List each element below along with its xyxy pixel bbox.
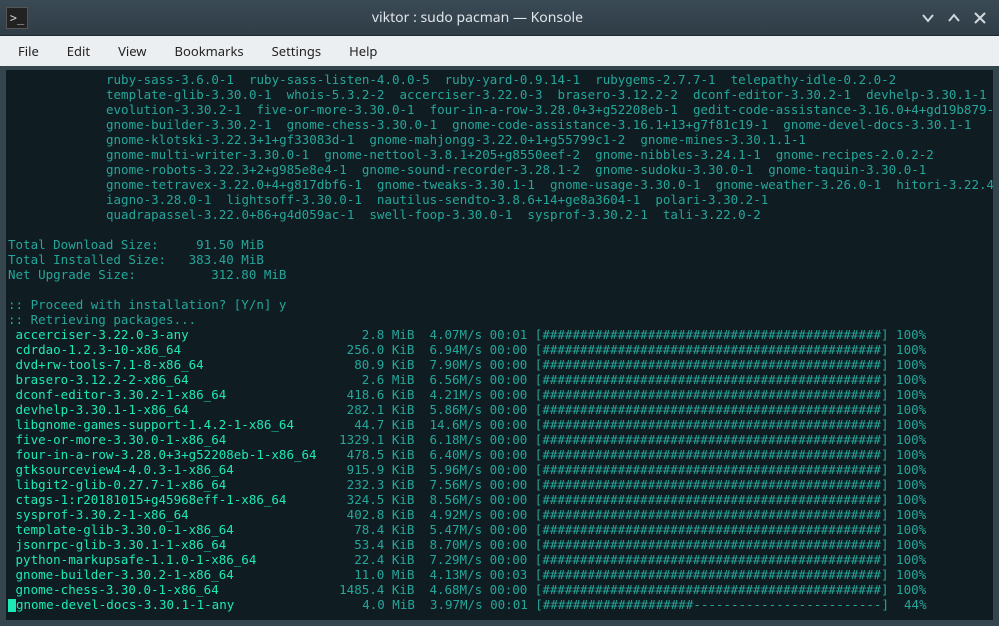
terminal[interactable]: ruby-sass-3.6.0-1 ruby-sass-listen-4.0.0… [6, 70, 993, 620]
menu-help[interactable]: Help [337, 38, 389, 64]
chevron-down-icon [921, 11, 935, 25]
menu-file[interactable]: File [6, 38, 51, 64]
chevron-up-icon [947, 11, 961, 25]
maximize-button[interactable] [941, 5, 967, 31]
close-button[interactable] [967, 5, 993, 31]
menu-bookmarks[interactable]: Bookmarks [163, 38, 256, 64]
app-icon: >_ [6, 7, 28, 29]
menu-settings[interactable]: Settings [260, 38, 333, 64]
window-title: viktor : sudo pacman — Konsole [40, 8, 915, 27]
minimize-button[interactable] [915, 5, 941, 31]
menu-view[interactable]: View [106, 38, 158, 64]
menu-edit[interactable]: Edit [55, 38, 102, 64]
menu-bar: File Edit View Bookmarks Settings Help [0, 36, 999, 66]
window-titlebar: >_ viktor : sudo pacman — Konsole [0, 0, 999, 36]
close-icon [973, 11, 987, 25]
terminal-frame: ruby-sass-3.6.0-1 ruby-sass-listen-4.0.0… [0, 66, 999, 626]
